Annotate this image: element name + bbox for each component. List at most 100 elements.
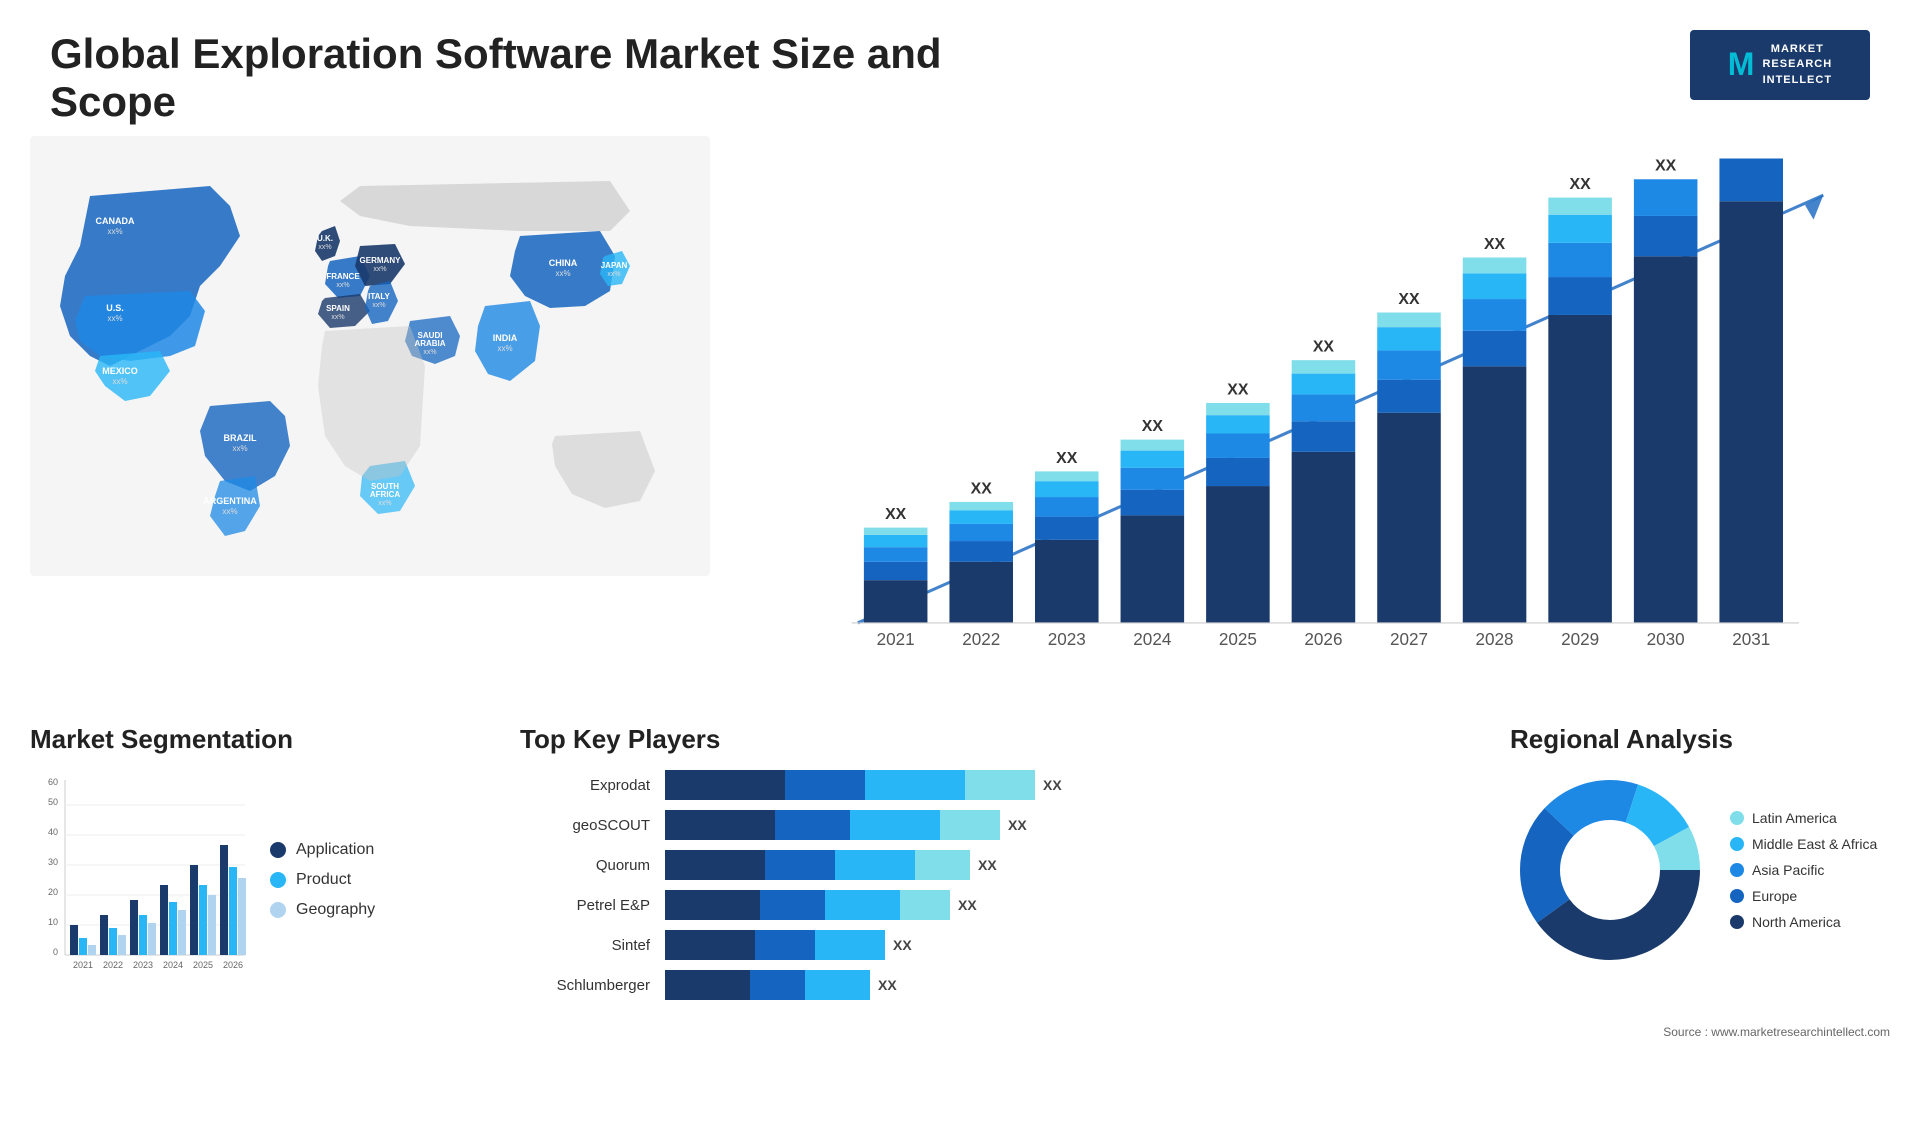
svg-text:2022: 2022 xyxy=(103,960,123,970)
page-title: Global Exploration Software Market Size … xyxy=(50,30,950,126)
svg-text:xx%: xx% xyxy=(373,266,386,273)
svg-text:XX: XX xyxy=(885,506,907,523)
svg-text:2027: 2027 xyxy=(1390,630,1428,649)
source-label: Source : www.marketresearchintellect.com xyxy=(1663,1025,1890,1039)
segmentation-chart: 0 10 20 30 40 50 60 xyxy=(30,770,250,990)
svg-text:xx%: xx% xyxy=(607,271,620,278)
segmentation-content: 0 10 20 30 40 50 60 xyxy=(30,770,480,990)
player-bar-exprodat: XX xyxy=(665,770,1470,800)
player-value-quorum: XX xyxy=(978,857,997,873)
svg-text:xx%: xx% xyxy=(378,500,391,507)
svg-text:U.K.: U.K. xyxy=(317,234,333,243)
regional-label-north-america: North America xyxy=(1752,914,1841,930)
regional-label-middle-east: Middle East & Africa xyxy=(1752,836,1877,852)
svg-text:10: 10 xyxy=(48,917,58,927)
players-section: Top Key Players Exprodat XX geoSCOUT xyxy=(500,724,1490,1000)
svg-text:xx%: xx% xyxy=(372,302,385,309)
regional-legend-latin-america: Latin America xyxy=(1730,810,1877,826)
player-bar-petrel: XX xyxy=(665,890,1470,920)
svg-text:xx%: xx% xyxy=(336,282,349,289)
svg-text:ARABIA: ARABIA xyxy=(414,339,445,348)
player-bar-schlumberger: XX xyxy=(665,970,1470,1000)
segmentation-section: Market Segmentation 0 10 20 30 40 50 60 xyxy=(30,724,480,1000)
svg-text:2031: 2031 xyxy=(1732,630,1770,649)
regional-content: Latin America Middle East & Africa Asia … xyxy=(1510,770,1890,970)
logo-text-line2: RESEARCH xyxy=(1762,57,1832,72)
logo-m-letter: M xyxy=(1728,46,1755,83)
svg-text:CHINA: CHINA xyxy=(549,258,578,268)
legend-label-application: Application xyxy=(296,841,374,859)
regional-legend-middle-east: Middle East & Africa xyxy=(1730,836,1877,852)
svg-text:ITALY: ITALY xyxy=(368,292,390,301)
svg-text:40: 40 xyxy=(48,827,58,837)
player-value-sintef: XX xyxy=(893,937,912,953)
svg-text:2024: 2024 xyxy=(1133,630,1172,649)
player-value-exprodat: XX xyxy=(1043,777,1062,793)
svg-text:2022: 2022 xyxy=(962,630,1000,649)
regional-dot-asia-pacific xyxy=(1730,863,1744,877)
svg-text:2023: 2023 xyxy=(133,960,153,970)
legend-product: Product xyxy=(270,871,375,889)
svg-text:xx%: xx% xyxy=(331,314,344,321)
segmentation-title: Market Segmentation xyxy=(30,724,480,755)
regional-dot-north-america xyxy=(1730,915,1744,929)
regional-section: Regional Analysis xyxy=(1510,724,1890,1000)
regional-legend-europe: Europe xyxy=(1730,888,1877,904)
svg-text:ARGENTINA: ARGENTINA xyxy=(203,496,257,506)
svg-text:XX: XX xyxy=(1227,381,1249,398)
regional-legend-asia-pacific: Asia Pacific xyxy=(1730,862,1877,878)
svg-text:2025: 2025 xyxy=(193,960,213,970)
svg-text:2030: 2030 xyxy=(1647,630,1685,649)
legend-label-product: Product xyxy=(296,871,351,889)
svg-text:xx%: xx% xyxy=(112,377,127,386)
svg-text:2023: 2023 xyxy=(1048,630,1086,649)
legend-dot-product xyxy=(270,872,286,888)
regional-dot-latin-america xyxy=(1730,811,1744,825)
svg-text:INDIA: INDIA xyxy=(493,333,518,343)
players-list: Exprodat XX geoSCOUT xyxy=(520,770,1470,1000)
regional-label-asia-pacific: Asia Pacific xyxy=(1752,862,1824,878)
svg-text:0: 0 xyxy=(53,947,58,957)
player-name-quorum: Quorum xyxy=(520,857,650,874)
svg-text:JAPAN: JAPAN xyxy=(601,261,628,270)
regional-title: Regional Analysis xyxy=(1510,724,1890,755)
logo-area: M MARKET RESEARCH INTELLECT xyxy=(1690,30,1870,100)
svg-text:xx%: xx% xyxy=(107,314,122,323)
player-name-sintef: Sintef xyxy=(520,937,650,954)
svg-text:2029: 2029 xyxy=(1561,630,1599,649)
svg-text:xx%: xx% xyxy=(423,349,436,356)
svg-text:XX: XX xyxy=(1142,418,1164,435)
logo-box: M MARKET RESEARCH INTELLECT xyxy=(1690,30,1870,100)
svg-text:xx%: xx% xyxy=(497,344,512,353)
bar-chart-section: XX XX XX XX xyxy=(730,136,1890,694)
player-row-geoscout: geoSCOUT XX xyxy=(520,810,1470,840)
legend-geography: Geography xyxy=(270,901,375,919)
svg-text:XX: XX xyxy=(1570,176,1592,193)
player-row-sintef: Sintef XX xyxy=(520,930,1470,960)
regional-label-latin-america: Latin America xyxy=(1752,810,1837,826)
svg-text:U.S.: U.S. xyxy=(106,303,124,313)
svg-text:XX: XX xyxy=(971,480,993,497)
svg-text:FRANCE: FRANCE xyxy=(326,272,360,281)
player-name-exprodat: Exprodat xyxy=(520,777,650,794)
player-value-geoscout: XX xyxy=(1008,817,1027,833)
header: Global Exploration Software Market Size … xyxy=(0,0,1920,136)
player-row-schlumberger: Schlumberger XX xyxy=(520,970,1470,1000)
svg-text:MEXICO: MEXICO xyxy=(102,366,138,376)
player-bar-sintef: XX xyxy=(665,930,1470,960)
svg-text:XX: XX xyxy=(1056,450,1078,467)
regional-label-europe: Europe xyxy=(1752,888,1797,904)
svg-text:SPAIN: SPAIN xyxy=(326,304,350,313)
player-name-schlumberger: Schlumberger xyxy=(520,977,650,994)
player-row-quorum: Quorum XX xyxy=(520,850,1470,880)
svg-text:2026: 2026 xyxy=(223,960,243,970)
bar-chart: XX XX XX XX xyxy=(760,156,1860,674)
legend-dot-application xyxy=(270,842,286,858)
donut-chart xyxy=(1510,770,1710,970)
player-value-schlumberger: XX xyxy=(878,977,897,993)
player-name-petrel: Petrel E&P xyxy=(520,897,650,914)
player-name-geoscout: geoSCOUT xyxy=(520,817,650,834)
svg-text:AFRICA: AFRICA xyxy=(370,490,400,499)
svg-text:30: 30 xyxy=(48,857,58,867)
legend-label-geography: Geography xyxy=(296,901,375,919)
